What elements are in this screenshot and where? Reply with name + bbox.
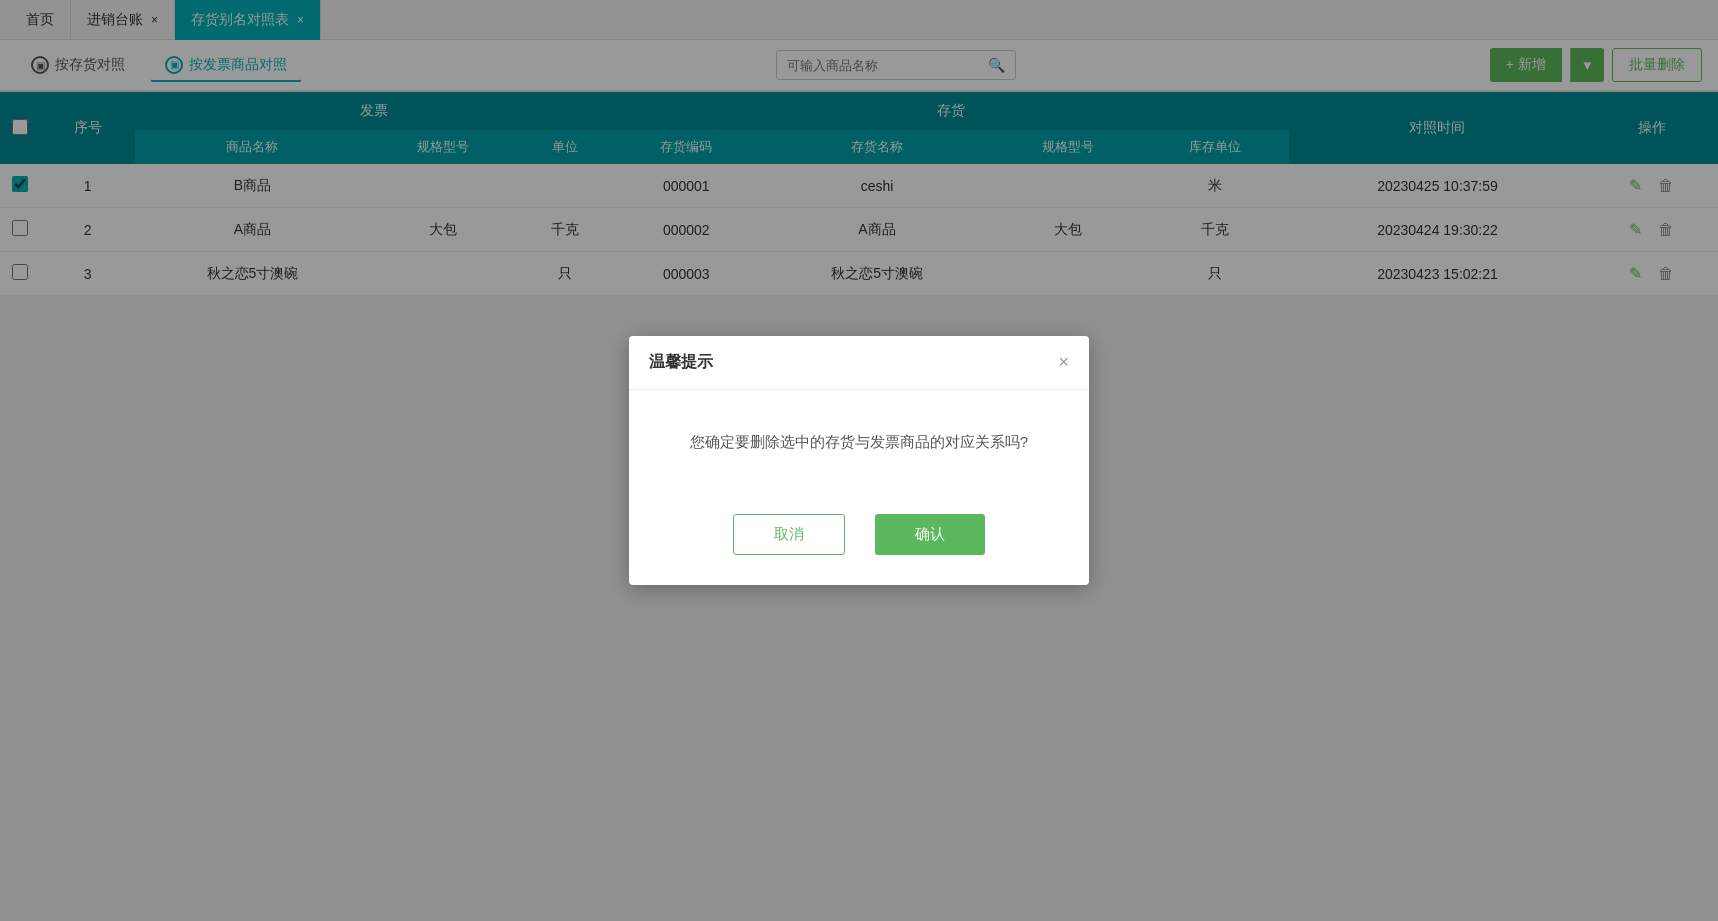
overlay: 温馨提示 × 您确定要删除选中的存货与发票商品的对应关系吗? 取消 确认 [0, 0, 1718, 296]
